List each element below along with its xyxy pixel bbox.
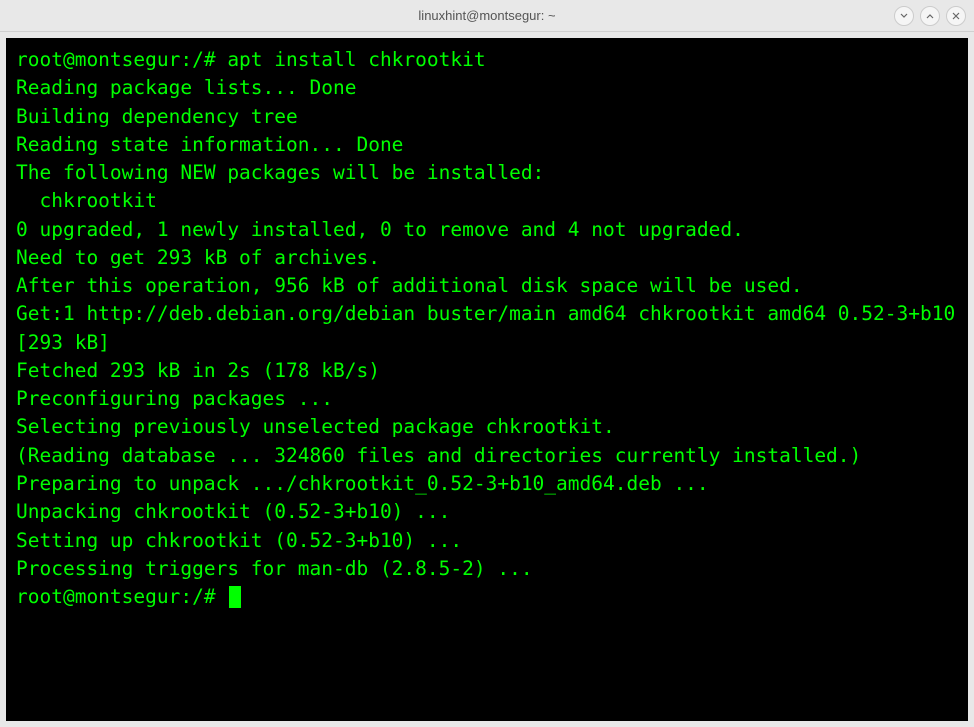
terminal-line: Setting up chkrootkit (0.52-3+b10) ... <box>16 527 958 555</box>
maximize-button[interactable] <box>920 6 940 26</box>
close-button[interactable] <box>946 6 966 26</box>
maximize-icon <box>925 11 935 21</box>
terminal-line: Reading state information... Done <box>16 131 958 159</box>
terminal-line: Selecting previously unselected package … <box>16 413 958 441</box>
terminal-line: Get:1 http://deb.debian.org/debian buste… <box>16 300 958 357</box>
close-icon <box>951 11 961 21</box>
terminal-line: Unpacking chkrootkit (0.52-3+b10) ... <box>16 498 958 526</box>
window-controls <box>894 6 966 26</box>
terminal-line: The following NEW packages will be insta… <box>16 159 958 187</box>
terminal-line: (Reading database ... 324860 files and d… <box>16 442 958 470</box>
terminal-content: root@montsegur:/# apt install chkrootkit… <box>16 46 958 611</box>
terminal-line: root@montsegur:/# apt install chkrootkit <box>16 46 958 74</box>
terminal-line: Fetched 293 kB in 2s (178 kB/s) <box>16 357 958 385</box>
titlebar: linuxhint@montsegur: ~ <box>0 0 974 32</box>
terminal-cursor <box>229 586 241 608</box>
terminal-line: 0 upgraded, 1 newly installed, 0 to remo… <box>16 216 958 244</box>
terminal-line: After this operation, 956 kB of addition… <box>16 272 958 300</box>
terminal-line: Building dependency tree <box>16 103 958 131</box>
terminal-line: Need to get 293 kB of archives. <box>16 244 958 272</box>
terminal-line: chkrootkit <box>16 187 958 215</box>
minimize-icon <box>899 11 909 21</box>
terminal-line: root@montsegur:/# <box>16 583 958 611</box>
minimize-button[interactable] <box>894 6 914 26</box>
terminal-line: Preconfiguring packages ... <box>16 385 958 413</box>
terminal-line: Reading package lists... Done <box>16 74 958 102</box>
window-title: linuxhint@montsegur: ~ <box>418 8 555 23</box>
terminal-line: Preparing to unpack .../chkrootkit_0.52-… <box>16 470 958 498</box>
terminal-line: Processing triggers for man-db (2.8.5-2)… <box>16 555 958 583</box>
terminal-viewport[interactable]: root@montsegur:/# apt install chkrootkit… <box>6 38 968 721</box>
